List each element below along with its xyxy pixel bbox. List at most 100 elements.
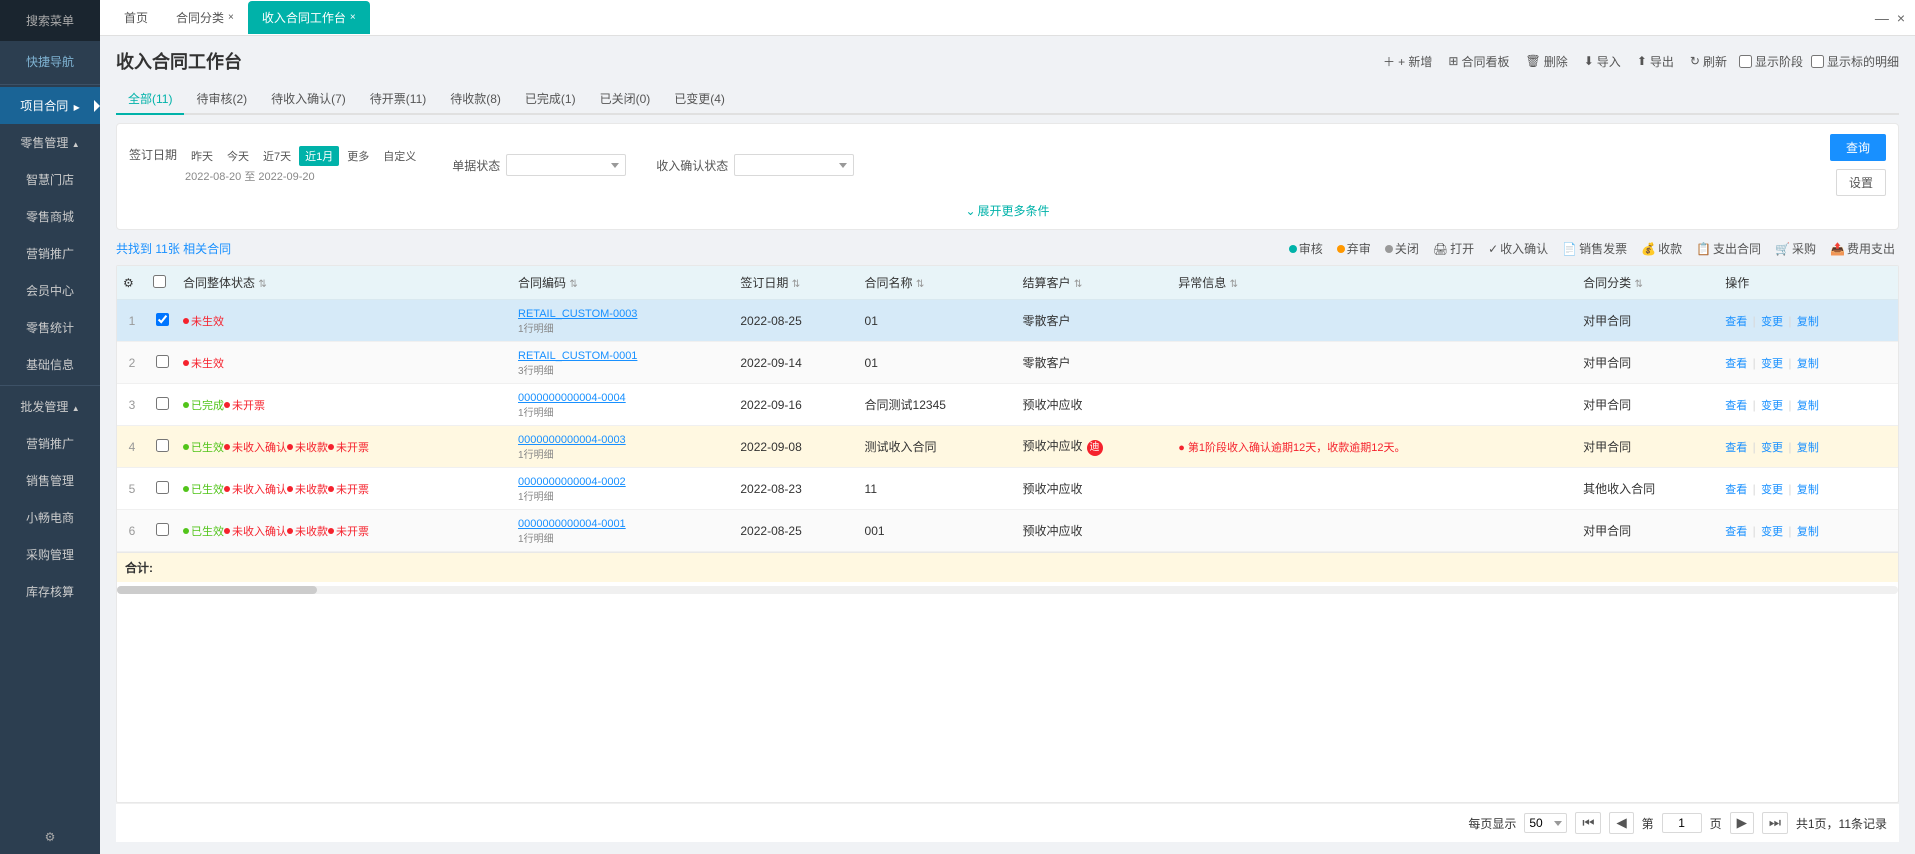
sidebar-settings-btn[interactable]: ⚙ bbox=[0, 820, 100, 854]
row-checkbox[interactable] bbox=[156, 397, 169, 410]
status-sort-icon[interactable]: ⇅ bbox=[258, 279, 266, 290]
review-button[interactable]: 审核 bbox=[1285, 238, 1327, 259]
op-link-查看[interactable]: 查看 bbox=[1725, 400, 1747, 412]
op-link-变更[interactable]: 变更 bbox=[1761, 316, 1783, 328]
col-settings[interactable]: ⚙ bbox=[117, 266, 147, 300]
tab-income-contract-close[interactable]: × bbox=[350, 12, 356, 23]
sidebar-item-marketing[interactable]: 营销推广 bbox=[0, 235, 100, 272]
show-detail-input[interactable] bbox=[1811, 55, 1824, 68]
op-link-复制[interactable]: 复制 bbox=[1797, 316, 1819, 328]
category-sort-icon[interactable]: ⇅ bbox=[1634, 279, 1642, 290]
delete-button[interactable]: 🗑 删除 bbox=[1521, 51, 1571, 72]
more-btn[interactable]: 更多 bbox=[341, 146, 375, 166]
op-link-复制[interactable]: 复制 bbox=[1797, 400, 1819, 412]
sign-date-sort-icon[interactable]: ⇅ bbox=[792, 279, 800, 290]
sidebar-item-wholesale-mgmt[interactable]: 批发管理 ▲ bbox=[0, 388, 100, 425]
row-checkbox[interactable] bbox=[156, 439, 169, 452]
op-link-复制[interactable]: 复制 bbox=[1797, 484, 1819, 496]
income-confirm-button[interactable]: ✓ 收入确认 bbox=[1484, 238, 1552, 259]
expand-more-btn[interactable]: ⌄ 展开更多条件 bbox=[965, 202, 1049, 219]
op-link-复制[interactable]: 复制 bbox=[1797, 358, 1819, 370]
today-btn[interactable]: 今天 bbox=[221, 146, 255, 166]
op-link-复制[interactable]: 复制 bbox=[1797, 526, 1819, 538]
error-info-sort-icon[interactable]: ⇅ bbox=[1230, 279, 1238, 290]
sidebar-search[interactable]: 搜索菜单 bbox=[0, 0, 100, 41]
op-link-查看[interactable]: 查看 bbox=[1725, 316, 1747, 328]
contract-code-link[interactable]: 0000000000004-0002 bbox=[518, 476, 626, 488]
prev-page-btn[interactable]: ◀ bbox=[1609, 812, 1633, 834]
first-page-btn[interactable]: ⏮ bbox=[1575, 812, 1601, 834]
select-all-checkbox[interactable] bbox=[153, 275, 166, 288]
op-link-变更[interactable]: 变更 bbox=[1761, 484, 1783, 496]
yesterday-btn[interactable]: 昨天 bbox=[185, 146, 219, 166]
custom-btn[interactable]: 自定义 bbox=[377, 146, 422, 166]
page-size-select[interactable]: 50 10 20 100 bbox=[1524, 813, 1567, 833]
sidebar-item-project[interactable]: 项目合同 ▶ bbox=[0, 87, 100, 124]
op-link-变更[interactable]: 变更 bbox=[1761, 358, 1783, 370]
filter-tab-changed[interactable]: 已变更(4) bbox=[662, 84, 737, 113]
horizontal-scrollbar[interactable] bbox=[117, 586, 1898, 594]
purchase-button[interactable]: 🛒 采购 bbox=[1771, 238, 1820, 259]
filter-tab-pending-review[interactable]: 待审核(2) bbox=[184, 84, 259, 113]
op-link-查看[interactable]: 查看 bbox=[1725, 484, 1747, 496]
close-button[interactable]: 关闭 bbox=[1381, 238, 1423, 259]
out-contract-button[interactable]: 📋 支出合同 bbox=[1692, 238, 1765, 259]
tab-income-contract[interactable]: 收入合同工作台 × bbox=[248, 1, 370, 34]
filter-tab-pending-collection[interactable]: 待收款(8) bbox=[438, 84, 513, 113]
sidebar-item-sales-mgmt[interactable]: 销售管理 bbox=[0, 462, 100, 499]
filter-tab-all[interactable]: 全部(11) bbox=[116, 84, 184, 115]
op-link-查看[interactable]: 查看 bbox=[1725, 442, 1747, 454]
collection-button[interactable]: 💰 收款 bbox=[1637, 238, 1686, 259]
sidebar-item-inventory[interactable]: 库存核算 bbox=[0, 573, 100, 610]
show-stages-input[interactable] bbox=[1739, 55, 1752, 68]
doc-status-select[interactable] bbox=[506, 154, 626, 176]
sidebar-item-member[interactable]: 会员中心 bbox=[0, 272, 100, 309]
tab-home[interactable]: 首页 bbox=[110, 1, 162, 34]
row-checkbox[interactable] bbox=[156, 523, 169, 536]
abandon-button[interactable]: 弃审 bbox=[1333, 238, 1375, 259]
print-button[interactable]: 🖨 打开 bbox=[1429, 238, 1478, 259]
op-link-复制[interactable]: 复制 bbox=[1797, 442, 1819, 454]
contract-board-button[interactable]: ⊞ 合同看板 bbox=[1444, 51, 1513, 72]
filter-tab-closed[interactable]: 已关闭(0) bbox=[588, 84, 663, 113]
row-checkbox[interactable] bbox=[156, 313, 169, 326]
minimize-icon[interactable]: — bbox=[1875, 10, 1889, 26]
income-confirm-select[interactable] bbox=[734, 154, 854, 176]
query-button[interactable]: 查询 bbox=[1830, 134, 1886, 161]
row-checkbox[interactable] bbox=[156, 481, 169, 494]
contract-code-link[interactable]: 0000000000004-0003 bbox=[518, 434, 626, 446]
close-window-icon[interactable]: × bbox=[1897, 10, 1905, 26]
tab-contract-category[interactable]: 合同分类 × bbox=[162, 1, 248, 34]
op-link-查看[interactable]: 查看 bbox=[1725, 358, 1747, 370]
sidebar-item-base-info[interactable]: 基础信息 bbox=[0, 346, 100, 383]
code-sort-icon[interactable]: ⇅ bbox=[569, 279, 577, 290]
last7days-btn[interactable]: 近7天 bbox=[257, 146, 297, 166]
sidebar-quick-nav[interactable]: 快捷导航 bbox=[0, 45, 100, 78]
last-page-btn[interactable]: ⏭ bbox=[1762, 812, 1788, 834]
scrollbar-thumb[interactable] bbox=[117, 586, 317, 594]
new-button[interactable]: ＋ + 新增 bbox=[1379, 51, 1436, 72]
sidebar-item-retail-mall[interactable]: 零售商城 bbox=[0, 198, 100, 235]
contract-code-link[interactable]: 0000000000004-0004 bbox=[518, 392, 626, 404]
contract-code-link[interactable]: RETAIL_CUSTOM-0003 bbox=[518, 308, 637, 320]
next-page-btn[interactable]: ▶ bbox=[1730, 812, 1754, 834]
sidebar-item-marketing2[interactable]: 营销推广 bbox=[0, 425, 100, 462]
last1month-btn[interactable]: 近1月 bbox=[299, 146, 339, 166]
import-button[interactable]: ⬇ 导入 bbox=[1580, 51, 1625, 72]
row-checkbox[interactable] bbox=[156, 355, 169, 368]
sidebar-item-retail-stats[interactable]: 零售统计 bbox=[0, 309, 100, 346]
filter-settings-button[interactable]: 设置 bbox=[1836, 169, 1886, 196]
customer-sort-icon[interactable]: ⇅ bbox=[1074, 279, 1082, 290]
sidebar-item-retail-mgmt[interactable]: 零售管理 ▲ bbox=[0, 124, 100, 161]
refresh-button[interactable]: ↻ 刷新 bbox=[1686, 51, 1731, 72]
sidebar-item-smart-store[interactable]: 智慧门店 bbox=[0, 161, 100, 198]
contract-code-link[interactable]: 0000000000004-0001 bbox=[518, 518, 626, 530]
tab-contract-category-close[interactable]: × bbox=[228, 12, 234, 23]
export-button[interactable]: ⬆ 导出 bbox=[1633, 51, 1678, 72]
op-link-变更[interactable]: 变更 bbox=[1761, 442, 1783, 454]
name-sort-icon[interactable]: ⇅ bbox=[916, 279, 924, 290]
expense-out-button[interactable]: 📤 费用支出 bbox=[1826, 238, 1899, 259]
page-number-input[interactable] bbox=[1662, 813, 1702, 833]
sidebar-item-purchase[interactable]: 采购管理 bbox=[0, 536, 100, 573]
op-link-变更[interactable]: 变更 bbox=[1761, 526, 1783, 538]
